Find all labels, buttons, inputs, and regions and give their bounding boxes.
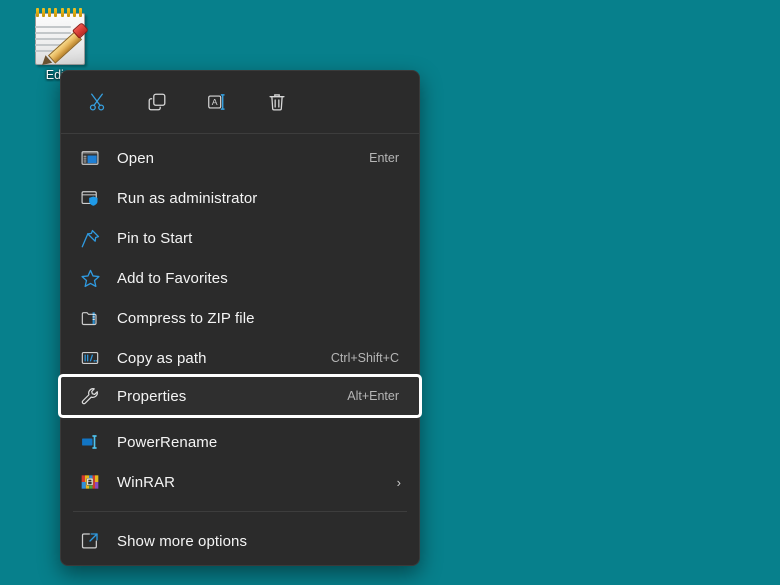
context-menu[interactable]: A Open Enter Run as administrator Pin to…: [60, 70, 420, 566]
menu-item-powerrename[interactable]: PowerRename: [61, 422, 419, 462]
zip-folder-icon: [77, 306, 103, 330]
winrar-books-icon: [77, 470, 103, 494]
desktop-background[interactable]: Edito A: [0, 0, 780, 585]
menu-item-shortcut: Ctrl+Shift+C: [330, 351, 399, 365]
menu-item-label: Open: [117, 149, 155, 167]
menu-separator-footer: [73, 511, 407, 512]
menu-item-label: Copy as path: [117, 349, 207, 367]
star-icon: [77, 266, 103, 290]
menu-item-shortcut: Enter: [369, 151, 399, 165]
menu-item-open[interactable]: Open Enter: [61, 138, 419, 178]
context-menu-items-footer: Show more options: [61, 517, 419, 565]
menu-item-run-as-administrator[interactable]: Run as administrator: [61, 178, 419, 218]
wrench-icon: [77, 384, 103, 408]
rename-icon[interactable]: A: [201, 86, 233, 118]
menu-item-add-to-favorites[interactable]: Add to Favorites: [61, 258, 419, 298]
menu-item-compress-to-zip[interactable]: Compress to ZIP file: [61, 298, 419, 338]
menu-item-show-more-options[interactable]: Show more options: [61, 521, 419, 561]
delete-icon[interactable]: [261, 86, 293, 118]
menu-item-label: Compress to ZIP file: [117, 309, 255, 327]
show-more-options-icon: [77, 529, 103, 553]
menu-item-label: WinRAR: [117, 473, 176, 491]
menu-item-label: Pin to Start: [117, 229, 193, 247]
shield-window-icon: [77, 186, 103, 210]
menu-item-label: Run as administrator: [117, 189, 258, 207]
menu-item-label: Add to Favorites: [117, 269, 228, 287]
menu-item-winrar[interactable]: WinRAR ›: [61, 462, 419, 502]
copy-icon[interactable]: [141, 86, 173, 118]
menu-item-label: PowerRename: [117, 433, 218, 451]
menu-item-pin-to-start[interactable]: Pin to Start: [61, 218, 419, 258]
menu-item-shortcut: Alt+Enter: [347, 389, 399, 403]
menu-item-properties[interactable]: Properties Alt+Enter: [58, 374, 422, 418]
chevron-right-icon: ›: [396, 474, 401, 490]
menu-item-label: Properties: [117, 387, 187, 405]
menu-item-label: Show more options: [117, 532, 248, 550]
context-menu-items-primary: Open Enter Run as administrator Pin to S…: [61, 134, 419, 506]
svg-text:A: A: [212, 97, 218, 107]
context-menu-toolbar: A: [61, 71, 419, 133]
copy-path-icon: [77, 346, 103, 370]
menu-item-copy-as-path[interactable]: Copy as path Ctrl+Shift+C: [61, 338, 419, 378]
powerrename-icon: [77, 430, 103, 454]
cut-icon[interactable]: [81, 86, 113, 118]
open-window-icon: [77, 146, 103, 170]
notepad-pencil-icon: [29, 6, 91, 69]
pin-icon: [77, 226, 103, 250]
